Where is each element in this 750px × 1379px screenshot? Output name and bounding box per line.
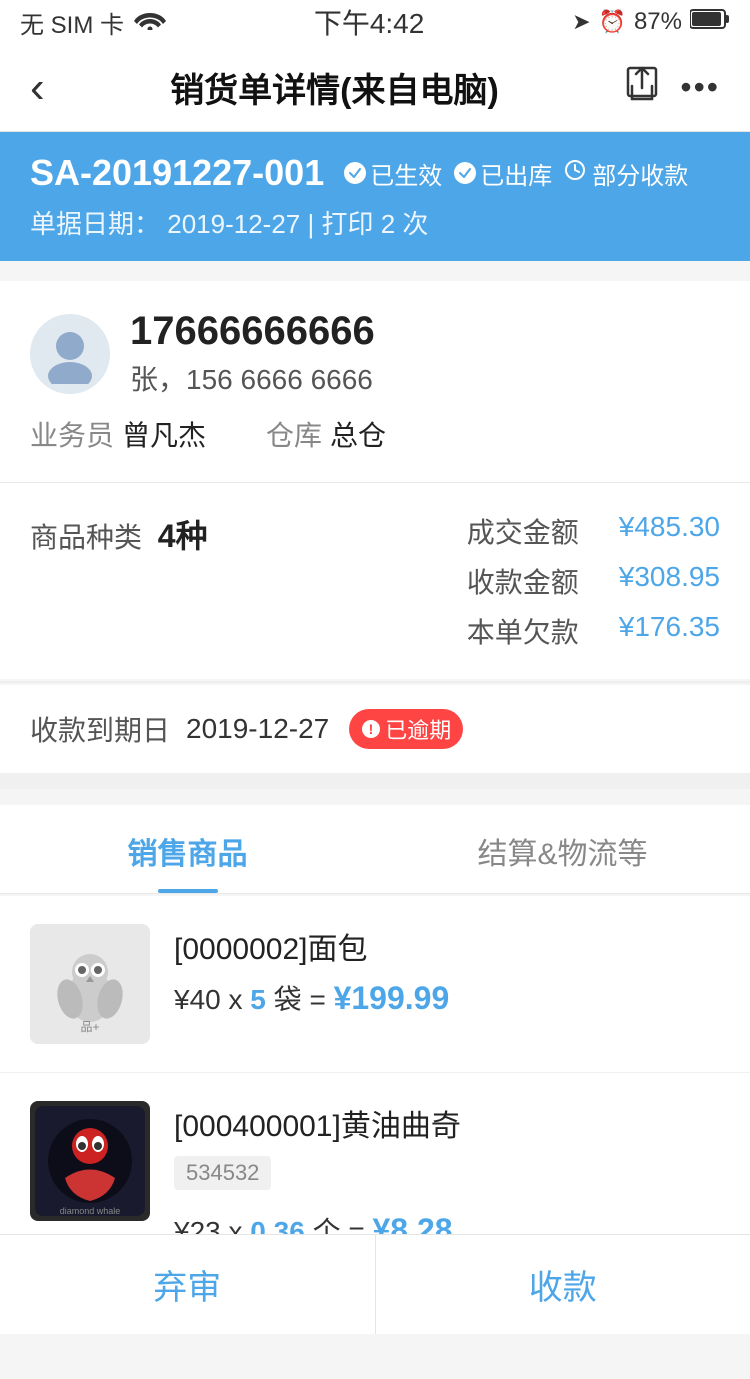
- cancel-review-button[interactable]: 弃审: [0, 1235, 376, 1334]
- product-info-1: [0000002]面包 ¥40 x 5 袋 = ¥199.99: [174, 924, 720, 1044]
- product-image-1: 品+: [30, 924, 150, 1044]
- location-icon: ➤: [572, 9, 590, 35]
- customer-section: 17666666666 张，156 6666 6666 业务员 曾凡杰 仓库 总…: [0, 281, 750, 482]
- product-item: 品+ [0000002]面包 ¥40 x 5 袋 = ¥199.99: [0, 896, 750, 1073]
- warehouse-detail: 仓库 总仓: [266, 414, 386, 454]
- due-date-section: 收款到期日 2019-12-27 ! 已逾期: [0, 685, 750, 773]
- status-right: ➤ ⏰ 87%: [572, 8, 730, 37]
- carrier-text: 无 SIM 卡: [20, 5, 124, 40]
- product-sku-2: 534532: [174, 1156, 271, 1190]
- deal-amount-row: 成交金额 ¥485.30: [467, 511, 720, 551]
- overdue-badge: ! 已逾期: [349, 709, 463, 749]
- share-icon[interactable]: [624, 66, 660, 110]
- time-display: 下午4:42: [314, 2, 425, 42]
- summary-section: 商品种类 4种 成交金额 ¥485.30 收款金额 ¥308.95 本单欠款 ¥…: [0, 483, 750, 679]
- product-name-2: [000400001]黄油曲奇: [174, 1101, 720, 1145]
- tag-effective: 已生效: [344, 156, 442, 191]
- status-left: 无 SIM 卡: [20, 5, 166, 40]
- tag-partial-payment: 部分收款: [564, 156, 688, 191]
- tabs-section: 销售商品 结算&物流等: [0, 805, 750, 894]
- bottom-action-bar: 弃审 收款: [0, 1234, 750, 1334]
- wifi-icon: [134, 8, 166, 37]
- customer-avatar: [30, 314, 110, 394]
- more-icon[interactable]: •••: [680, 69, 720, 106]
- battery-text: 87%: [634, 8, 682, 36]
- product-info-2: [000400001]黄油曲奇 534532 ¥23 x 0.36 个 = ¥8…: [174, 1101, 720, 1250]
- customer-name-phone: 张，156 6666 6666: [130, 358, 375, 398]
- svg-text:品+: 品+: [80, 1020, 99, 1034]
- products-list: 品+ [0000002]面包 ¥40 x 5 袋 = ¥199.99: [0, 896, 750, 1279]
- nav-bar: ‹ 销货单详情(来自电脑) •••: [0, 44, 750, 132]
- order-date-row: 单据日期： 2019-12-27 | 打印 2 次: [30, 204, 720, 241]
- collect-payment-button[interactable]: 收款: [376, 1235, 750, 1334]
- tab-sales-products[interactable]: 销售商品: [0, 805, 375, 893]
- customer-id: 17666666666: [130, 309, 375, 354]
- check-icon-2: [454, 162, 476, 184]
- alarm-icon: ⏰: [599, 9, 626, 35]
- back-button[interactable]: ‹: [30, 63, 45, 113]
- order-header-banner: SA-20191227-001 已生效 已出库 部分收款: [0, 132, 750, 261]
- clock-icon: [564, 159, 586, 188]
- debt-amount-row: 本单欠款 ¥176.35: [467, 611, 720, 651]
- product-image-2: diamond whale: [30, 1101, 150, 1221]
- product-name-1: [0000002]面包: [174, 924, 720, 968]
- battery-icon: [690, 8, 730, 37]
- svg-text:diamond whale: diamond whale: [60, 1206, 121, 1216]
- tag-shipped: 已出库: [454, 156, 552, 191]
- check-icon-1: [344, 162, 366, 184]
- page-title: 销货单详情(来自电脑): [170, 63, 499, 112]
- svg-text:!: !: [369, 721, 374, 737]
- staff-detail: 业务员 曾凡杰: [30, 414, 206, 454]
- tab-settlement[interactable]: 结算&物流等: [375, 805, 750, 893]
- product-price-1: ¥40 x 5 袋 = ¥199.99: [174, 978, 720, 1018]
- nav-actions: •••: [624, 66, 720, 110]
- status-bar: 无 SIM 卡 下午4:42 ➤ ⏰ 87%: [0, 0, 750, 44]
- receipt-amount-row: 收款金额 ¥308.95: [467, 561, 720, 601]
- order-id: SA-20191227-001: [30, 152, 324, 194]
